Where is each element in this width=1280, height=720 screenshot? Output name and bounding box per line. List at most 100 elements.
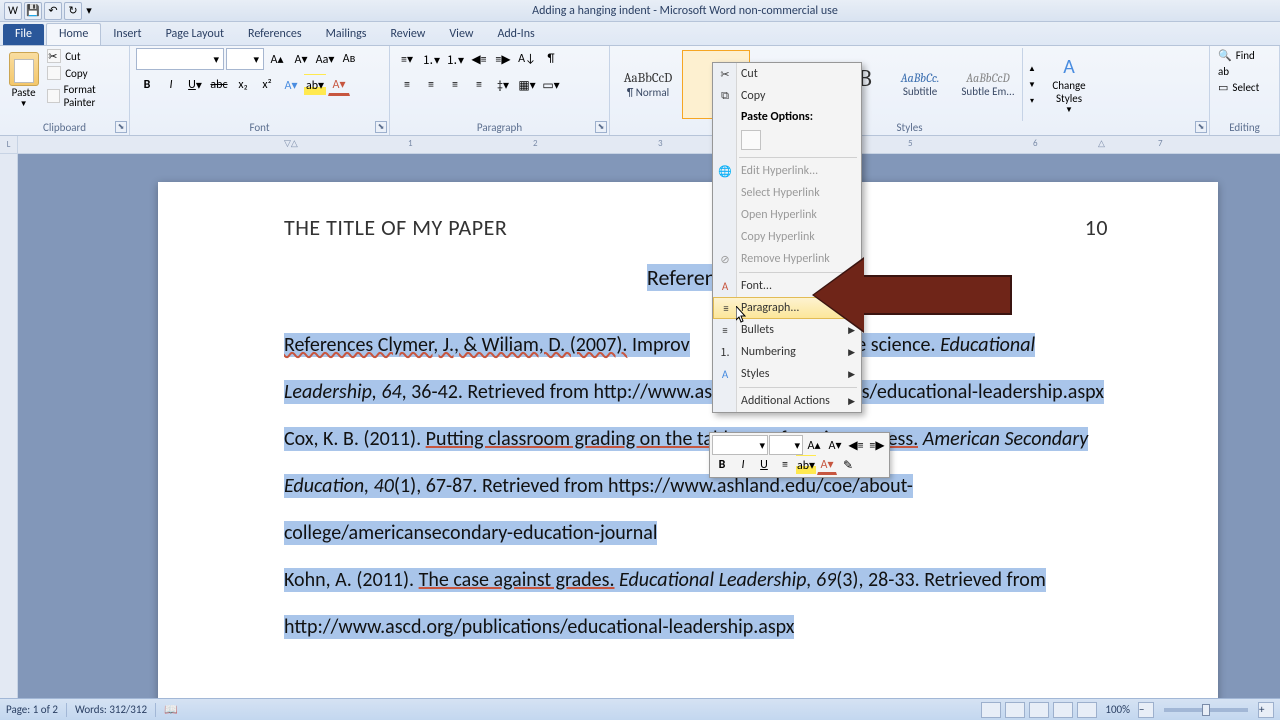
undo-icon[interactable]: ↶: [44, 2, 62, 20]
save-icon[interactable]: 💾: [24, 2, 42, 20]
copy-button[interactable]: Copy: [45, 65, 123, 81]
clear-formatting-button[interactable]: Aв: [338, 48, 360, 70]
view-outline[interactable]: [1053, 702, 1073, 718]
styles-dialog-launcher[interactable]: ⬊: [1195, 121, 1207, 133]
font-family-combo[interactable]: ▾: [136, 48, 224, 70]
mini-font-combo[interactable]: ▾: [712, 435, 768, 455]
format-painter-button[interactable]: Format Painter: [45, 82, 123, 110]
grow-font-button[interactable]: A▴: [266, 48, 288, 70]
cm-cut[interactable]: ✂Cut: [713, 63, 861, 85]
align-center-button[interactable]: ≡: [420, 74, 442, 96]
zoom-in-button[interactable]: +: [1258, 702, 1274, 718]
superscript-button[interactable]: x²: [256, 74, 278, 96]
mini-highlight[interactable]: ab▾: [796, 455, 816, 475]
document-page[interactable]: THE TITLE OF MY PAPER 10 References Refe…: [158, 182, 1218, 710]
font-color-button[interactable]: A▾: [328, 74, 350, 96]
mini-center[interactable]: ≡: [775, 455, 795, 475]
view-fullscreen[interactable]: [1005, 702, 1025, 718]
styles-scroll-up[interactable]: ▲: [1025, 61, 1039, 77]
highlight-button[interactable]: ab▾: [304, 74, 326, 96]
clipboard-dialog-launcher[interactable]: ⬊: [115, 121, 127, 133]
italic-button[interactable]: I: [160, 74, 182, 96]
mini-format-painter[interactable]: ✎: [838, 455, 858, 475]
document-scroll[interactable]: THE TITLE OF MY PAPER 10 References Refe…: [18, 154, 1280, 710]
style-normal[interactable]: AaBbCcD¶ Normal: [614, 50, 682, 119]
show-marks-button[interactable]: ¶: [540, 48, 562, 70]
tab-mailings[interactable]: Mailings: [314, 24, 379, 45]
cm-edit-hyperlink[interactable]: 🌐Edit Hyperlink...: [713, 160, 861, 182]
style-subtitle[interactable]: AaBbCc.Subtitle: [886, 50, 954, 119]
align-left-button[interactable]: ≡: [396, 74, 418, 96]
zoom-out-button[interactable]: −: [1138, 702, 1154, 718]
indent-markers[interactable]: ▽△: [284, 138, 298, 149]
paragraph-dialog-launcher[interactable]: ⬊: [595, 121, 607, 133]
qat-more-icon[interactable]: ▾: [84, 2, 94, 20]
tab-file[interactable]: File: [3, 24, 44, 45]
cm-styles[interactable]: AStyles▶: [713, 363, 861, 385]
tab-review[interactable]: Review: [378, 24, 437, 45]
styles-more[interactable]: ▾: [1025, 93, 1039, 109]
bold-button[interactable]: B: [136, 74, 158, 96]
change-styles-button[interactable]: A Change Styles ▼: [1041, 48, 1097, 121]
mini-underline[interactable]: U: [754, 455, 774, 475]
align-right-button[interactable]: ≡: [444, 74, 466, 96]
mini-size-combo[interactable]: ▾: [769, 435, 803, 455]
paste-keep-source-button[interactable]: [741, 130, 761, 150]
style-subtle-em[interactable]: AaBbCcDSubtle Em...: [954, 50, 1022, 119]
right-indent-marker[interactable]: △: [1098, 138, 1105, 149]
mini-font-color[interactable]: A▾: [817, 455, 837, 475]
vertical-ruler[interactable]: [0, 154, 18, 710]
tab-references[interactable]: References: [236, 24, 314, 45]
change-case-button[interactable]: Aa▾: [314, 48, 336, 70]
justify-button[interactable]: ≡: [468, 74, 490, 96]
increase-indent-button[interactable]: ≡▶: [492, 48, 514, 70]
tab-home[interactable]: Home: [46, 23, 101, 45]
zoom-slider[interactable]: [1164, 708, 1248, 712]
cm-additional-actions[interactable]: Additional Actions▶: [713, 390, 861, 412]
font-size-combo[interactable]: ▾: [226, 48, 264, 70]
text-effects-button[interactable]: A▾: [280, 74, 302, 96]
select-button[interactable]: ▭Select: [1216, 80, 1273, 95]
sort-button[interactable]: A↓: [516, 48, 538, 70]
tab-insert[interactable]: Insert: [101, 24, 153, 45]
cm-numbering[interactable]: ⒈Numbering▶: [713, 341, 861, 363]
mini-shrink-font[interactable]: A▾: [825, 435, 845, 455]
borders-button[interactable]: ▭▾: [540, 74, 562, 96]
status-words[interactable]: Words: 312/312: [75, 703, 147, 716]
redo-icon[interactable]: ↻: [64, 2, 82, 20]
cm-copy[interactable]: ⧉Copy: [713, 85, 861, 107]
mini-increase-indent[interactable]: ≡▶: [867, 435, 887, 455]
font-dialog-launcher[interactable]: ⬊: [375, 121, 387, 133]
find-button[interactable]: 🔍Find: [1216, 48, 1273, 63]
tab-page-layout[interactable]: Page Layout: [154, 24, 236, 45]
underline-button[interactable]: U▾: [184, 74, 206, 96]
mini-grow-font[interactable]: A▴: [804, 435, 824, 455]
tab-view[interactable]: View: [437, 24, 485, 45]
mini-italic[interactable]: I: [733, 455, 753, 475]
cut-button[interactable]: ✂Cut: [45, 48, 123, 64]
tab-addins[interactable]: Add-Ins: [485, 24, 546, 45]
line-spacing-button[interactable]: ‡▾: [492, 74, 514, 96]
cm-open-hyperlink[interactable]: Open Hyperlink: [713, 204, 861, 226]
status-proof-icon[interactable]: 📖: [164, 703, 178, 716]
mini-decrease-indent[interactable]: ◀≡: [846, 435, 866, 455]
styles-scroll-down[interactable]: ▼: [1025, 77, 1039, 93]
shading-button[interactable]: ▦▾: [516, 74, 538, 96]
mini-bold[interactable]: B: [712, 455, 732, 475]
cm-select-hyperlink[interactable]: Select Hyperlink: [713, 182, 861, 204]
multilevel-button[interactable]: ⒈▾: [444, 48, 466, 70]
decrease-indent-button[interactable]: ◀≡: [468, 48, 490, 70]
view-web[interactable]: [1029, 702, 1049, 718]
view-print-layout[interactable]: [981, 702, 1001, 718]
subscript-button[interactable]: x₂: [232, 74, 254, 96]
strikethrough-button[interactable]: abc: [208, 74, 230, 96]
status-page[interactable]: Page: 1 of 2: [6, 703, 58, 716]
cm-copy-hyperlink[interactable]: Copy Hyperlink: [713, 226, 861, 248]
paste-button[interactable]: Paste ▼: [6, 48, 41, 110]
numbering-button[interactable]: ⒈▾: [420, 48, 442, 70]
bullets-button[interactable]: ≡▾: [396, 48, 418, 70]
replace-button[interactable]: ab: [1216, 64, 1273, 79]
view-draft[interactable]: [1077, 702, 1097, 718]
zoom-level[interactable]: 100%: [1105, 703, 1130, 716]
word-icon[interactable]: W: [4, 2, 22, 20]
